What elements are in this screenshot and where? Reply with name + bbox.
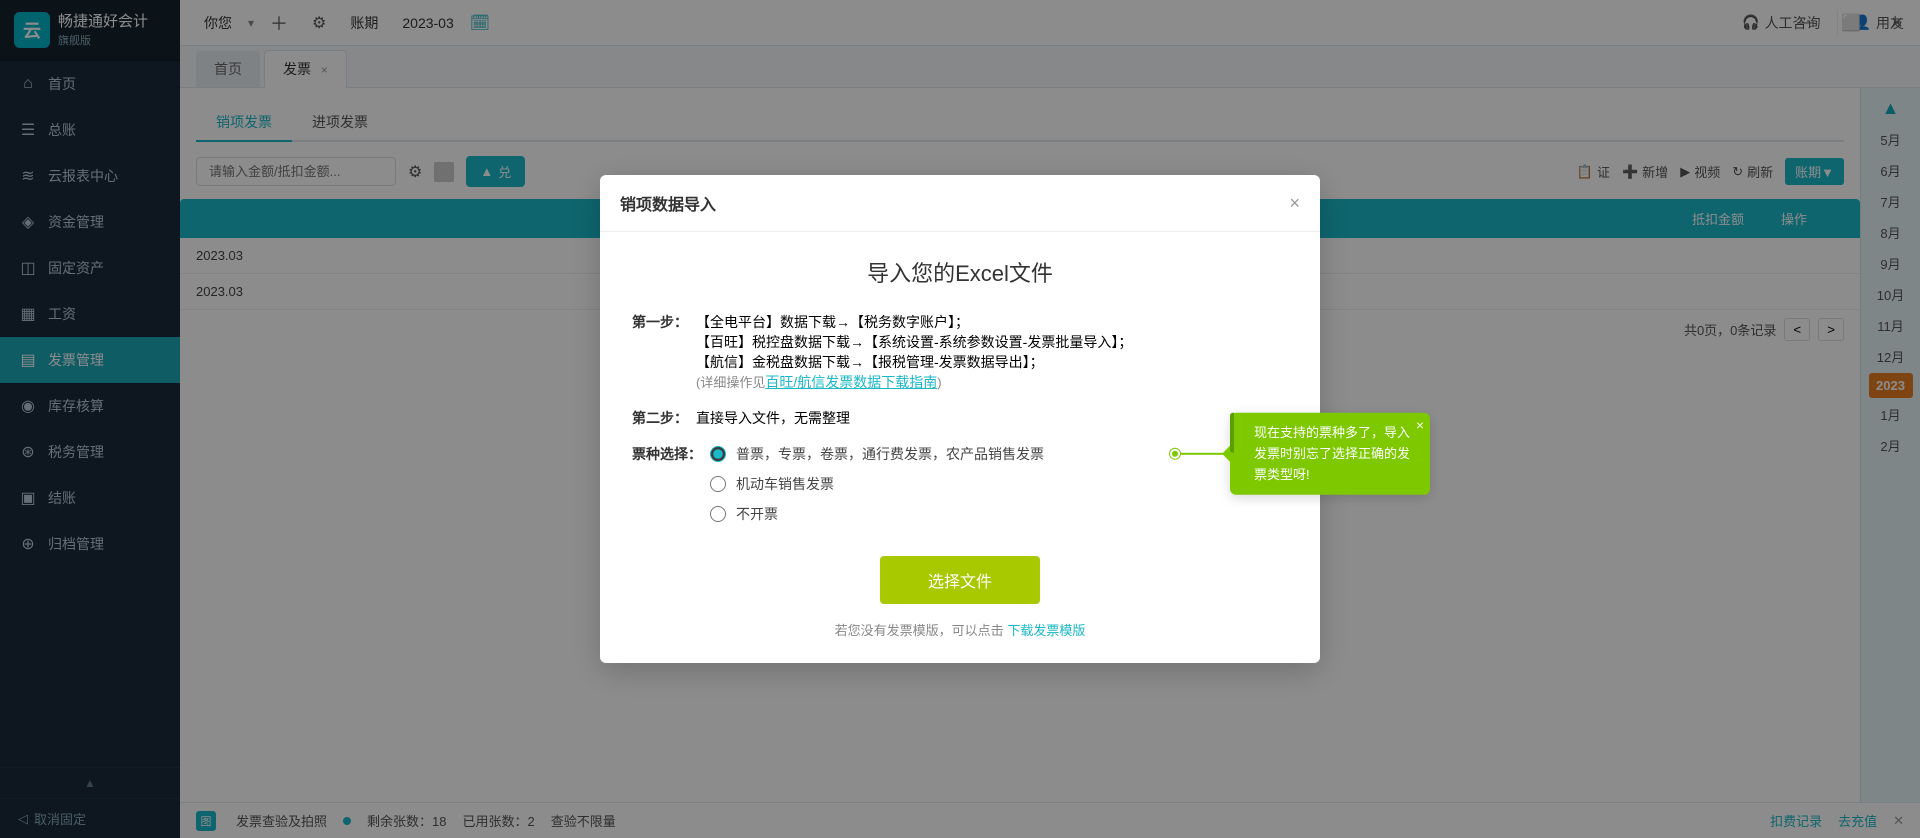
footer-note-text: 若您没有发票模版，可以点击 bbox=[835, 623, 1004, 638]
tooltip-close-btn[interactable]: × bbox=[1416, 417, 1424, 433]
ticket-option-1: 普票，专票，卷票，通行费发票，农产品销售发票 现在支持的票种多了，导入发票时别忘… bbox=[710, 444, 1044, 464]
step1-line2: 【百旺】税控盘数据下载→【系统设置-系统参数设置-发票批量导入】； bbox=[696, 332, 1132, 352]
ticket-label: 票种选择： bbox=[632, 444, 702, 524]
tooltip-bubble: 现在支持的票种多了，导入发票时别忘了选择正确的发票类型呀! × bbox=[1230, 413, 1430, 495]
step2-label: 第二步： bbox=[632, 408, 688, 428]
step1-line3: 【航信】金税盘数据下载→【报税管理-发票数据导出】； bbox=[696, 352, 1132, 372]
modal-main-title: 导入您的Excel文件 bbox=[632, 256, 1288, 288]
modal-close-btn[interactable]: × bbox=[1289, 193, 1300, 214]
ticket-label-3: 不开票 bbox=[736, 504, 778, 524]
download-template-link[interactable]: 下载发票模版 bbox=[1007, 623, 1085, 638]
ticket-radio-1[interactable] bbox=[710, 446, 726, 462]
tooltip-bar bbox=[1230, 413, 1234, 453]
ticket-label-1: 普票，专票，卷票，通行费发票，农产品销售发票 bbox=[736, 444, 1044, 464]
ticket-option-2: 机动车销售发票 bbox=[710, 474, 1044, 494]
ticket-option-3: 不开票 bbox=[710, 504, 1044, 524]
modal-overlay[interactable]: 销项数据导入 × 导入您的Excel文件 第一步： 【全电平台】数据下载→【税务… bbox=[0, 0, 1920, 838]
modal-footer-note: 若您没有发票模版，可以点击 下载发票模版 bbox=[632, 620, 1288, 639]
modal-footer: 选择文件 若您没有发票模版，可以点击 下载发票模版 bbox=[600, 540, 1320, 663]
tooltip-text: 现在支持的票种多了，导入发票时别忘了选择正确的发票类型呀! bbox=[1244, 423, 1416, 485]
select-file-btn[interactable]: 选择文件 bbox=[880, 556, 1040, 604]
step1-line1: 【全电平台】数据下载→【税务数字账户】； bbox=[696, 312, 1132, 332]
modal-body: 导入您的Excel文件 第一步： 【全电平台】数据下载→【税务数字账户】； 【百… bbox=[600, 232, 1320, 540]
tooltip-dot bbox=[1170, 449, 1180, 459]
modal-header: 销项数据导入 × bbox=[600, 175, 1320, 232]
modal-dialog: 销项数据导入 × 导入您的Excel文件 第一步： 【全电平台】数据下载→【税务… bbox=[600, 175, 1320, 663]
tooltip-container: 现在支持的票种多了，导入发票时别忘了选择正确的发票类型呀! × bbox=[1170, 413, 1430, 495]
step1-row: 第一步： 【全电平台】数据下载→【税务数字账户】； 【百旺】税控盘数据下载→【系… bbox=[632, 312, 1288, 392]
ticket-label-2: 机动车销售发票 bbox=[736, 474, 834, 494]
ticket-label-row: 票种选择： 普票，专票，卷票，通行费发票，农产品销售发票 bbox=[632, 444, 1288, 524]
step1-label: 第一步： bbox=[632, 312, 688, 392]
step1-link-suffix: ) bbox=[937, 375, 941, 390]
step1-guide-link[interactable]: 百旺/航信发票数据下载指南 bbox=[765, 374, 937, 390]
step2-content: 直接导入文件，无需整理 bbox=[696, 408, 850, 428]
ticket-section: 票种选择： 普票，专票，卷票，通行费发票，农产品销售发票 bbox=[632, 444, 1288, 524]
ticket-radio-2[interactable] bbox=[710, 476, 726, 492]
step1-content: 【全电平台】数据下载→【税务数字账户】； 【百旺】税控盘数据下载→【系统设置-系… bbox=[696, 312, 1132, 392]
step1-inline: 第一步： 【全电平台】数据下载→【税务数字账户】； 【百旺】税控盘数据下载→【系… bbox=[632, 312, 1288, 392]
modal-title: 销项数据导入 bbox=[620, 191, 716, 215]
ticket-options: 普票，专票，卷票，通行费发票，农产品销售发票 现在支持的票种多了，导入发票时别忘… bbox=[710, 444, 1044, 524]
step1-link-row: (详细操作见百旺/航信发票数据下载指南) bbox=[696, 372, 1132, 392]
ticket-radio-3[interactable] bbox=[710, 506, 726, 522]
step1-link-prefix: (详细操作见 bbox=[696, 375, 765, 390]
